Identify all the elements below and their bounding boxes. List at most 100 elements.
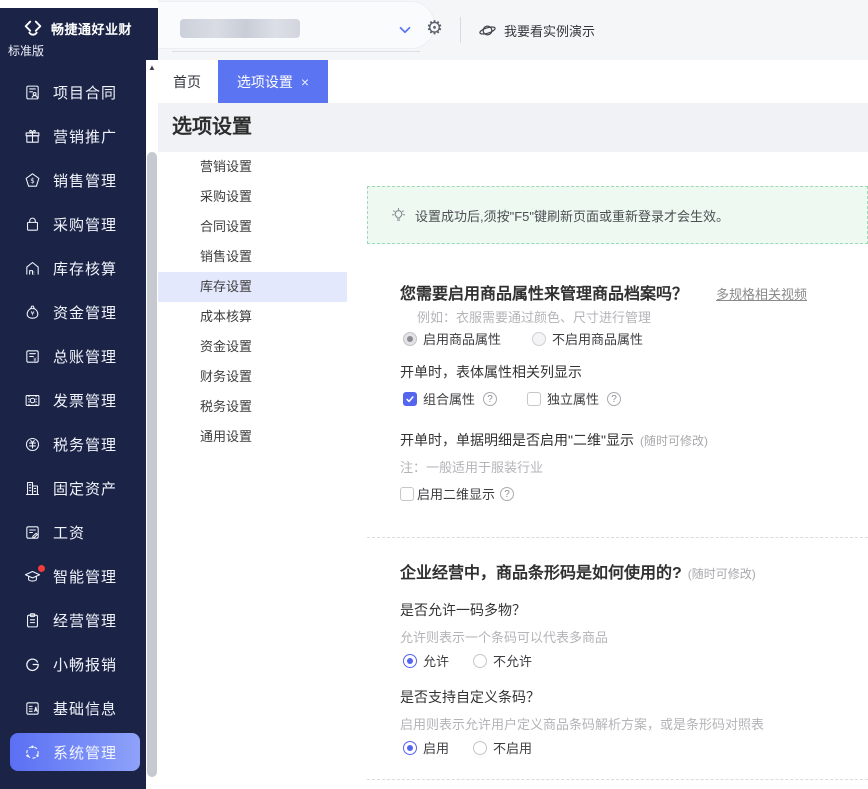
logo-block: 畅捷通好业财 标准版 [0, 8, 158, 60]
section-title-text: 开单时，单据明细是否启用"二维"显示 [400, 432, 634, 448]
barcode-q1-title: 是否允许一码多物？ [400, 602, 526, 618]
gear-icon[interactable]: ⚙ [426, 17, 443, 41]
sidebar-item-expense[interactable]: 小畅报销 [0, 642, 146, 686]
section-divider [367, 537, 868, 538]
radio-disable-attributes[interactable]: 不启用商品属性 [532, 329, 643, 348]
sidebar-item-system-management[interactable]: 系统管理 [10, 733, 140, 771]
barcode-q2-radio-group: 启用 不启用 [403, 738, 532, 757]
scroll-up-icon[interactable]: ▲ [146, 60, 158, 75]
radio-disable-custom-barcode[interactable]: 不启用 [473, 738, 532, 757]
section-title-text: 您需要启用商品属性来管理商品档案吗？ [400, 286, 689, 303]
sidebar-item-marketing[interactable]: 营销推广 [0, 114, 146, 158]
sidebar-item-project-contract[interactable]: 项目合同 [0, 70, 146, 114]
radio-selected-disabled-icon[interactable] [403, 331, 417, 346]
sidebar-item-invoice[interactable]: 发票管理 [0, 378, 146, 422]
video-link[interactable]: 多规格相关视频 [716, 287, 807, 302]
help-icon[interactable]: ? [500, 486, 515, 501]
radio-unselected-icon[interactable] [473, 653, 488, 668]
sidebar-item-purchase[interactable]: 采购管理 [0, 202, 146, 246]
settings-menu-item-funds[interactable]: 资金设置 [158, 332, 347, 362]
attr-example-note: 例如：衣服需要通过颜色、尺寸进行管理 [417, 310, 652, 325]
scrollbar-thumb[interactable] [147, 152, 157, 777]
sidebar-item-tax[interactable]: 税务管理 [0, 422, 146, 466]
radio-unselected-icon[interactable] [473, 740, 488, 755]
divider [172, 51, 420, 52]
dim-display-title: 开单时，单据明细是否启用"二维"显示 (随时可修改) [400, 430, 708, 450]
settings-category-menu: 营销设置 采购设置 合同设置 销售设置 库存设置 成本核算 资金设置 财务设置 … [158, 152, 347, 789]
brand-name: 畅捷通好业财 [51, 21, 133, 37]
tab-options-settings[interactable]: 选项设置 × [218, 60, 328, 103]
brand-edition: 标准版 [8, 44, 45, 58]
help-icon[interactable]: ? [483, 391, 498, 406]
page-top-strip [0, 0, 158, 8]
settings-menu-item-contract[interactable]: 合同设置 [158, 212, 347, 242]
tab-label: 首页 [173, 73, 201, 90]
info-list-icon [24, 700, 41, 717]
settings-menu-item-sales[interactable]: 销售设置 [158, 242, 347, 272]
checkbox-independent-attribute[interactable]: 独立属性 ? [527, 389, 622, 408]
sidebar-item-general-ledger[interactable]: ¥ 总账管理 [0, 334, 146, 378]
settings-menu-item-general[interactable]: 通用设置 [158, 422, 347, 452]
sidebar-menu: 项目合同 营销推广 $ 销售管理 采购管理 库存核算 ¥ 资金管理 ¥ 总账管理… [0, 70, 146, 774]
page-title: 选项设置 [172, 116, 252, 138]
top-bar: ⚙ 我要看实例演示 [113, 0, 868, 60]
barcode-q2-note: 启用则表示允许用户定义商品条码解析方案，或是条形码对照表 [400, 717, 765, 732]
checkbox-unchecked-icon[interactable] [400, 486, 414, 501]
sidebar-item-inventory[interactable]: 库存核算 [0, 246, 146, 290]
attr-columns-title: 开单时，表体属性相关列显示 [400, 364, 582, 380]
checkbox-combo-attribute[interactable]: 组合属性 ? [403, 389, 498, 408]
radio-disallow[interactable]: 不允许 [473, 651, 532, 670]
moneybag-icon: ¥ [24, 304, 41, 321]
settings-menu-item-costing[interactable]: 成本核算 [158, 302, 347, 332]
radio-allow[interactable]: 允许 [403, 651, 449, 670]
radio-enable-custom-barcode[interactable]: 启用 [403, 738, 449, 757]
close-icon[interactable]: × [301, 75, 309, 89]
sidebar-item-business-management[interactable]: 经营管理 [0, 598, 146, 642]
sidebar-scrollbar[interactable]: ▲ [146, 60, 158, 789]
radio-label: 不允许 [493, 654, 533, 669]
settings-menu-item-inventory[interactable]: 库存设置 [158, 272, 347, 302]
tab-home[interactable]: 首页 [158, 60, 216, 103]
sidebar-item-smart-management[interactable]: 智能管理 [0, 554, 146, 598]
checkbox-unchecked-icon[interactable] [527, 391, 542, 406]
tax-icon [24, 436, 41, 453]
sidebar-item-label: 资金管理 [53, 304, 118, 322]
radio-selected-icon[interactable] [403, 740, 417, 755]
help-icon[interactable]: ? [607, 391, 622, 406]
settings-menu-item-tax[interactable]: 税务设置 [158, 392, 347, 422]
radio-unselected-disabled-icon[interactable] [532, 331, 547, 346]
section-divider [367, 779, 868, 780]
brand-logo-icon [22, 17, 44, 39]
settings-menu-item-finance[interactable]: 财务设置 [158, 362, 347, 392]
demo-label: 我要看实例演示 [504, 23, 596, 39]
svg-text:$: $ [30, 175, 35, 184]
barcode-q1-note: 允许则表示一个条码可以代表多商品 [400, 630, 609, 645]
sidebar-item-basic-info[interactable]: 基础信息 [0, 686, 146, 730]
sidebar-item-sales[interactable]: $ 销售管理 [0, 158, 146, 202]
sidebar-item-fixed-assets[interactable]: 固定资产 [0, 466, 146, 510]
clipboard-icon [24, 612, 41, 629]
sidebar-item-label: 营销推广 [53, 128, 118, 146]
checkbox-label: 启用二维显示 [417, 487, 496, 502]
section-title-barcode: 企业经营中，商品条形码是如何使用的? (随时可修改) [400, 559, 756, 583]
sidebar-item-payroll[interactable]: 工资 [0, 510, 146, 554]
sidebar-item-label: 销售管理 [53, 172, 118, 190]
settings-menu-item-marketing[interactable]: 营销设置 [158, 152, 347, 182]
checkbox-checked-icon[interactable] [403, 391, 417, 406]
sidebar-item-label: 固定资产 [53, 480, 118, 498]
lightbulb-icon [390, 207, 407, 224]
radio-enable-attributes[interactable]: 启用商品属性 [403, 329, 501, 348]
main-content: 设置成功后,须按"F5"键刷新页面或重新登录才会生效。 您需要启用商品属性来管理… [347, 152, 868, 789]
chevron-down-icon[interactable] [396, 21, 414, 39]
svg-text:¥: ¥ [33, 357, 37, 363]
divider [460, 17, 461, 43]
demo-button[interactable]: 我要看实例演示 [478, 0, 595, 60]
sidebar-item-label: 库存核算 [53, 260, 118, 278]
section-title-product-attributes: 您需要启用商品属性来管理商品档案吗？ 多规格相关视频 [400, 280, 807, 304]
sidebar-item-funds[interactable]: ¥ 资金管理 [0, 290, 146, 334]
radio-selected-icon[interactable] [403, 653, 417, 668]
graduation-cap-icon [24, 564, 45, 585]
notice-banner: 设置成功后,须按"F5"键刷新页面或重新登录才会生效。 [367, 186, 868, 244]
settings-menu-item-purchase[interactable]: 采购设置 [158, 182, 347, 212]
checkbox-enable-2d-display[interactable]: 启用二维显示 ? [400, 484, 515, 503]
